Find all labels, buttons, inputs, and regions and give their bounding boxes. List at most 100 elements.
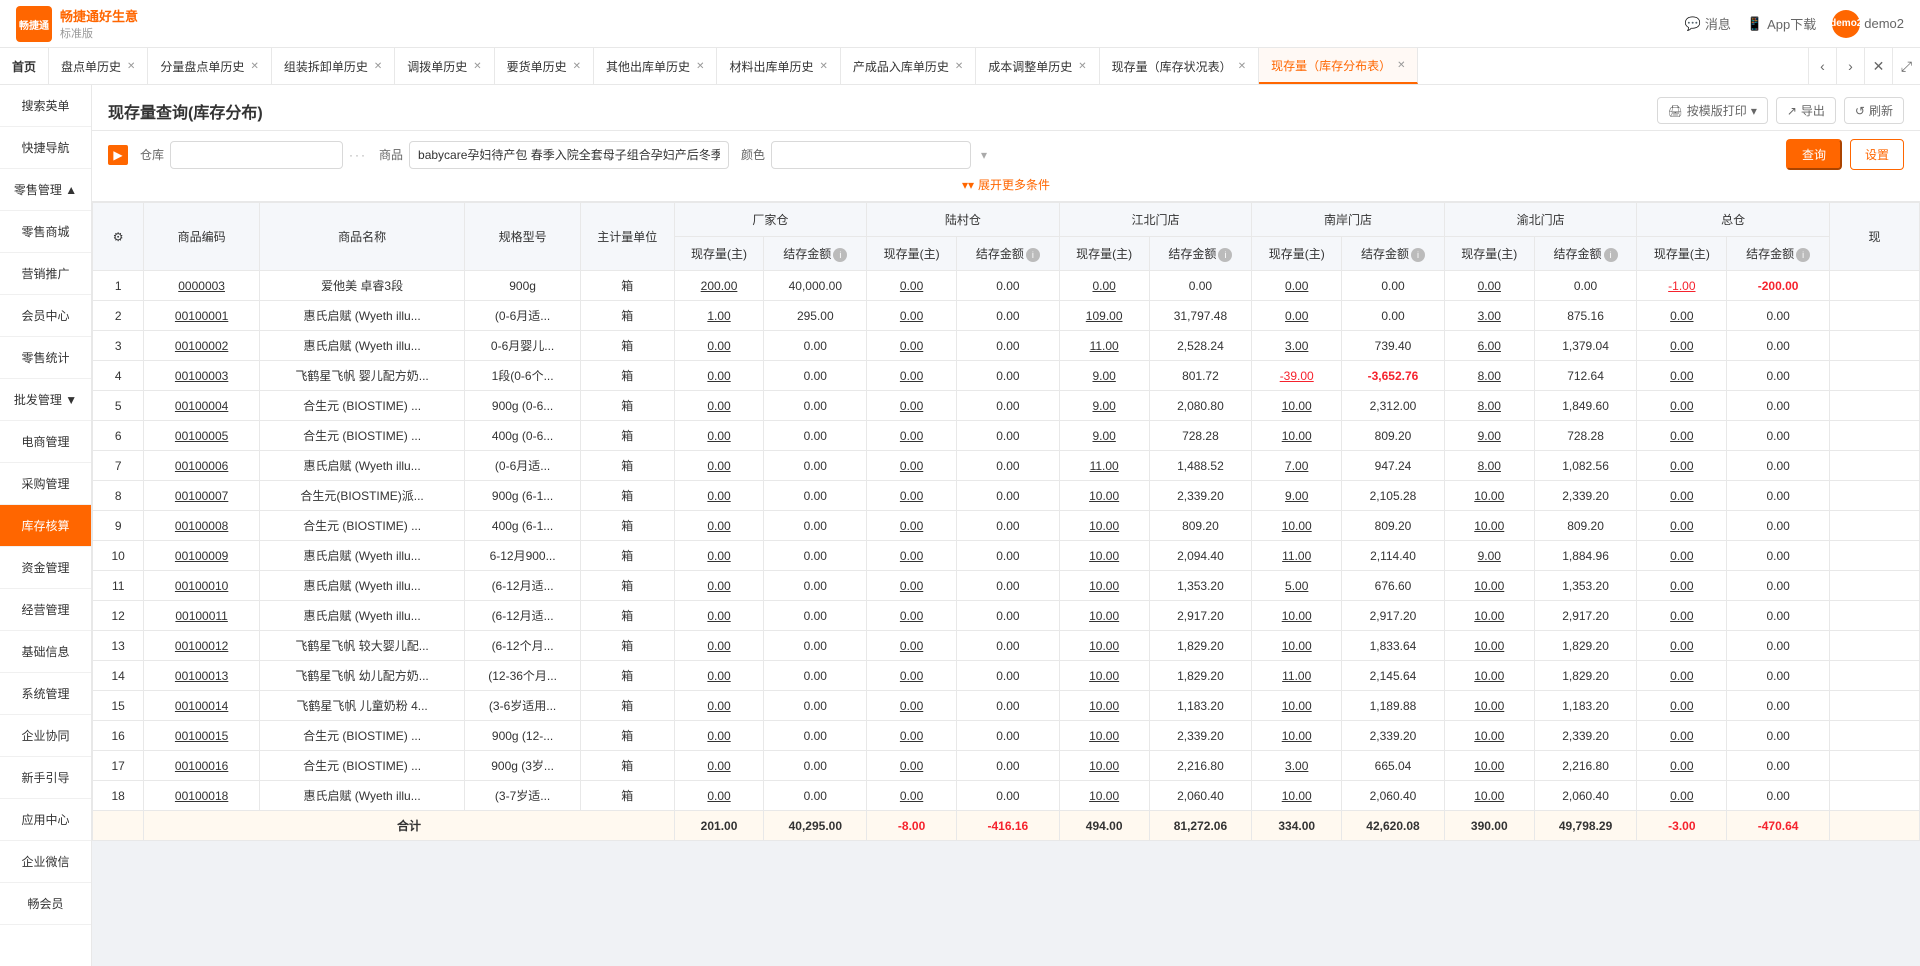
close-icon[interactable]: ✕: [819, 61, 827, 72]
th-settings[interactable]: ⚙: [93, 203, 144, 271]
info-icon[interactable]: i: [1796, 248, 1810, 262]
table-row: 1500100014飞鹤星飞帆 儿童奶粉 4...(3-6岁适用...箱0.00…: [93, 691, 1920, 721]
query-btn[interactable]: 查询: [1786, 139, 1842, 170]
tab-stock-status[interactable]: 现存量（库存状况表） ✕: [1100, 48, 1259, 84]
sidebar-item-inventory[interactable]: 库存核算: [0, 505, 91, 547]
table-row: 1300100012飞鹤星飞帆 较大婴儿配...(6-12个月...箱0.000…: [93, 631, 1920, 661]
settings-btn[interactable]: 设置: [1850, 139, 1904, 170]
sidebar-item-operation[interactable]: 经营管理: [0, 589, 91, 631]
top-right-actions: 💬 消息 📱 App下载 demo2 demo2: [1685, 10, 1904, 38]
sidebar-item-retail-stats[interactable]: 零售统计: [0, 337, 91, 379]
th-c5-val: 结存金额i: [1534, 237, 1637, 271]
refresh-btn[interactable]: ↺ 刷新: [1844, 97, 1904, 124]
tab-cost[interactable]: 成本调整单历史 ✕: [976, 48, 1099, 84]
info-icon[interactable]: i: [1411, 248, 1425, 262]
top-bar: 畅捷通 畅捷通好生意 标准版 💬 消息 📱 App下载 demo2 demo2: [0, 0, 1920, 48]
close-icon[interactable]: ✕: [955, 61, 963, 72]
sidebar-item-ecommerce[interactable]: 电商管理: [0, 421, 91, 463]
close-icon[interactable]: ✕: [250, 61, 258, 72]
tab-product[interactable]: 产成品入库单历史 ✕: [841, 48, 976, 84]
tab-out[interactable]: 其他出库单历史 ✕: [594, 48, 717, 84]
nav-fullscreen-btn[interactable]: ⤢: [1892, 48, 1920, 84]
th-current: 现: [1829, 203, 1919, 271]
th-c2-qty: 现存量(主): [867, 237, 957, 271]
close-icon[interactable]: ✕: [127, 61, 135, 72]
tab-home[interactable]: 首页: [0, 48, 49, 84]
table-row: 1800100018惠氏启赋 (Wyeth illu...(3-7岁适...箱0…: [93, 781, 1920, 811]
app-download-btn[interactable]: 📱 App下载: [1747, 14, 1816, 33]
message-btn[interactable]: 💬 消息: [1685, 14, 1731, 33]
th-t-val: 结存金额i: [1727, 237, 1830, 271]
sidebar-item-nav[interactable]: 快捷导航: [0, 127, 91, 169]
tab-assemble[interactable]: 组装拆卸单历史 ✕: [272, 48, 395, 84]
close-icon[interactable]: ✕: [1078, 61, 1086, 72]
print-btn[interactable]: 🖨 按模版打印 ▾: [1657, 97, 1768, 124]
sidebar-item-retail-mall[interactable]: 零售商城: [0, 211, 91, 253]
sidebar-item-apps[interactable]: 应用中心: [0, 799, 91, 841]
export-btn[interactable]: ↗ 导出: [1776, 97, 1836, 124]
sidebar-item-wechat[interactable]: 企业微信: [0, 841, 91, 883]
main-layout: 搜索英单 快捷导航 零售管理 ▲ 零售商城 营销推广 会员中心 零售统计 批发管…: [0, 85, 1920, 966]
expand-down-icon: ▾▾: [962, 178, 974, 192]
sidebar-item-finance[interactable]: 资金管理: [0, 547, 91, 589]
avatar: demo2: [1832, 10, 1860, 38]
table-row: 700100006惠氏启赋 (Wyeth illu...(0-6月适...箱0.…: [93, 451, 1920, 481]
info-icon[interactable]: i: [1218, 248, 1232, 262]
close-icon[interactable]: ✕: [1397, 60, 1405, 71]
th-c3-qty: 现存量(主): [1059, 237, 1149, 271]
tab-check[interactable]: 盘点单历史 ✕: [49, 48, 148, 84]
table-row: 300100002惠氏启赋 (Wyeth illu...0-6月婴儿...箱0.…: [93, 331, 1920, 361]
color-input[interactable]: [771, 141, 971, 169]
sidebar-item-retail-mgmt[interactable]: 零售管理 ▲: [0, 169, 91, 211]
tab-material[interactable]: 材料出库单历史 ✕: [717, 48, 840, 84]
close-icon[interactable]: ✕: [696, 61, 704, 72]
close-icon[interactable]: ✕: [473, 61, 481, 72]
sidebar-item-system[interactable]: 系统管理: [0, 673, 91, 715]
logo-image: 畅捷通: [16, 6, 52, 42]
tab-stock-dist[interactable]: 现存量（库存分布表） ✕: [1259, 48, 1418, 84]
tab-subcheck[interactable]: 分量盘点单历史 ✕: [148, 48, 271, 84]
sidebar-item-wholesale[interactable]: 批发管理 ▼: [0, 379, 91, 421]
table-row: 1000100009惠氏启赋 (Wyeth illu...6-12月900...…: [93, 541, 1920, 571]
nav-prev-btn[interactable]: ‹: [1808, 48, 1836, 84]
close-icon[interactable]: ✕: [1238, 61, 1246, 72]
th-c1-qty: 现存量(主): [674, 237, 764, 271]
th-warehouse-3: 江北门店: [1059, 203, 1252, 237]
warehouse-input[interactable]: [170, 141, 343, 169]
nav-tabs: 首页 盘点单历史 ✕ 分量盘点单历史 ✕ 组装拆卸单历史 ✕ 调拨单历史 ✕ 要…: [0, 48, 1920, 85]
sidebar-item-member[interactable]: 会员中心: [0, 295, 91, 337]
table-row: 900100008合生元 (BIOSTIME) ...400g (6-1...箱…: [93, 511, 1920, 541]
th-unit: 主计量单位: [580, 203, 674, 271]
expand-conditions-btn[interactable]: ▾▾ 展开更多条件: [962, 176, 1050, 193]
info-icon[interactable]: i: [1604, 248, 1618, 262]
th-c3-val: 结存金额i: [1149, 237, 1252, 271]
filter-warehouse: 仓库 ···: [140, 141, 367, 169]
th-warehouse-5: 渝北门店: [1444, 203, 1637, 237]
tab-transfer[interactable]: 调拨单历史 ✕: [395, 48, 494, 84]
sidebar-item-guide[interactable]: 新手引导: [0, 757, 91, 799]
close-icon[interactable]: ✕: [573, 61, 581, 72]
nav-close-btn[interactable]: ✕: [1864, 48, 1892, 84]
filter-row: ▶ 仓库 ··· 商品 颜色 ▾ 查询 设置: [108, 139, 1904, 170]
th-c4-qty: 现存量(主): [1252, 237, 1342, 271]
table-wrapper: ⚙ 商品编码 商品名称 规格型号 主计量单位 厂家仓 陆村仓 江北门店 南岸门店…: [92, 202, 1920, 966]
info-icon[interactable]: i: [1026, 248, 1040, 262]
sidebar-item-purchase[interactable]: 采购管理: [0, 463, 91, 505]
table-row: 1600100015合生元 (BIOSTIME) ...900g (12-...…: [93, 721, 1920, 751]
page-title: 现存量查询(库存分布): [108, 99, 263, 123]
close-icon[interactable]: ✕: [374, 61, 382, 72]
table-row: 1100100010惠氏启赋 (Wyeth illu...(6-12月适...箱…: [93, 571, 1920, 601]
goods-input[interactable]: [409, 141, 729, 169]
tab-order[interactable]: 要货单历史 ✕: [495, 48, 594, 84]
sidebar-item-search[interactable]: 搜索英单: [0, 85, 91, 127]
info-icon[interactable]: i: [833, 248, 847, 262]
expand-icon-btn[interactable]: ▶: [108, 145, 128, 165]
sidebar-item-basic[interactable]: 基础信息: [0, 631, 91, 673]
sidebar-item-enterprise[interactable]: 企业协同: [0, 715, 91, 757]
user-avatar-area[interactable]: demo2 demo2: [1832, 10, 1904, 38]
sidebar-item-member2[interactable]: 畅会员: [0, 883, 91, 925]
nav-next-btn[interactable]: ›: [1836, 48, 1864, 84]
sidebar-item-marketing[interactable]: 营销推广: [0, 253, 91, 295]
th-c5-qty: 现存量(主): [1444, 237, 1534, 271]
nav-arrow-area: ‹ › ✕ ⤢: [1808, 48, 1920, 84]
